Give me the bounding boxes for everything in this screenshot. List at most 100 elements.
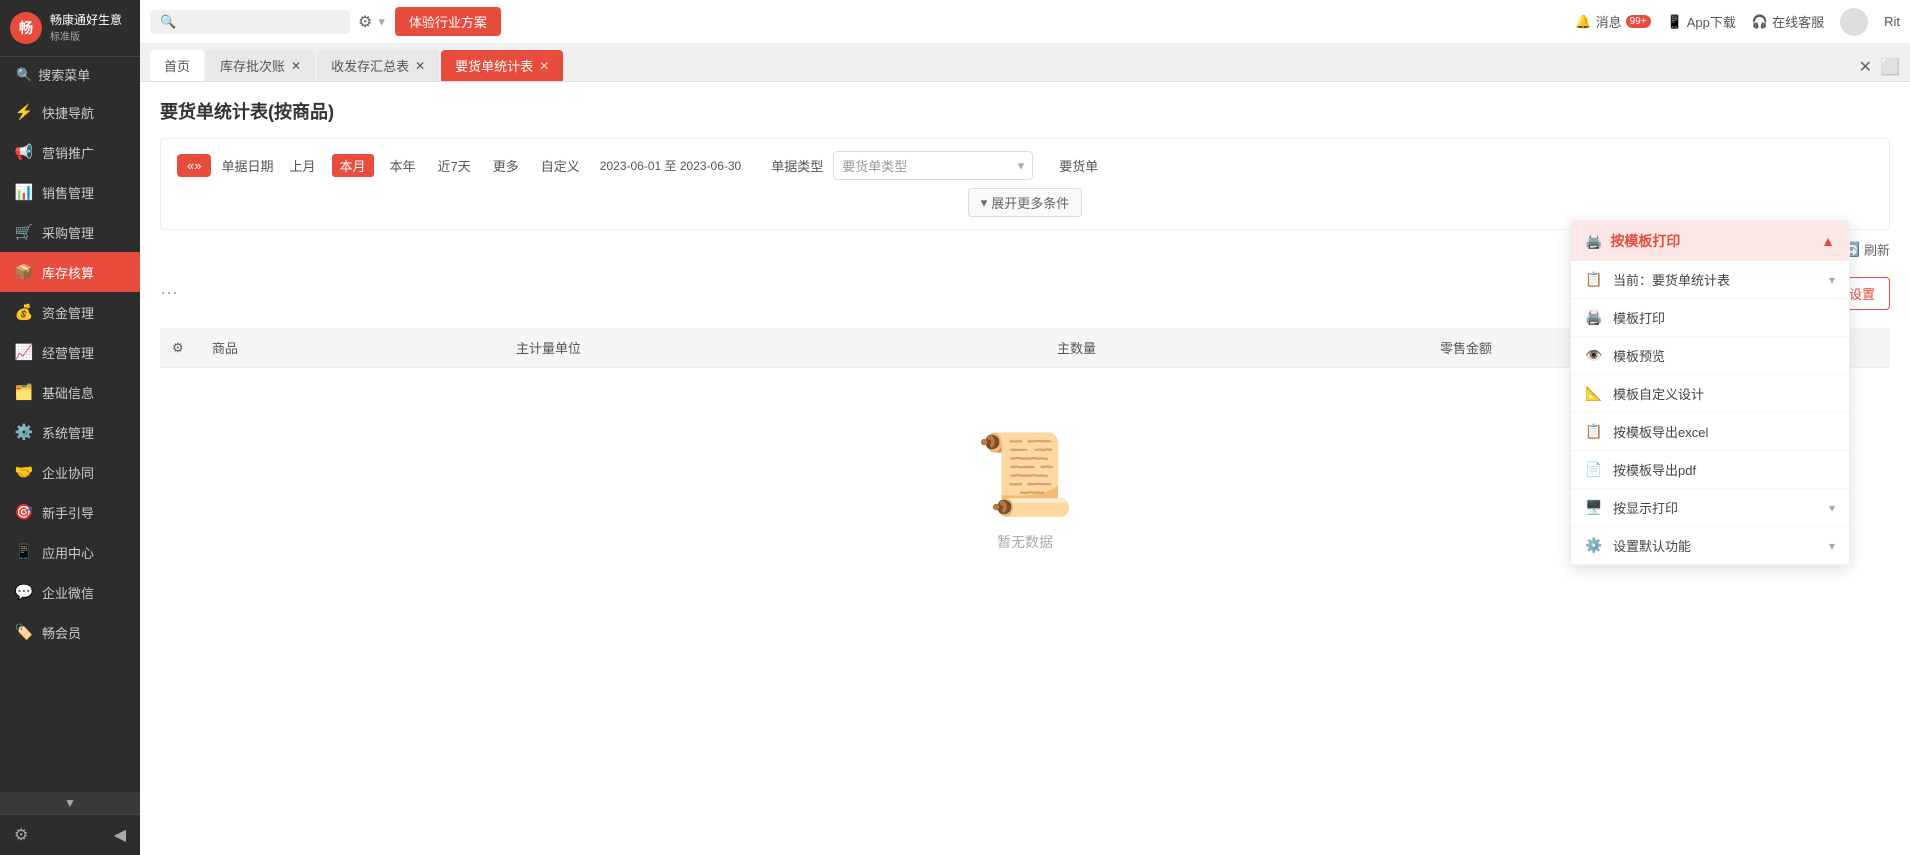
wecom-icon: 💬 xyxy=(14,582,34,602)
enterprise-icon: 🤝 xyxy=(14,462,34,482)
print-dropdown-header[interactable]: 🖨️ 按模板打印 ▲ xyxy=(1571,221,1849,261)
sidebar-scroll-down-btn[interactable]: ▼ xyxy=(0,792,140,814)
sidebar-nav: ⚡ 快捷导航 📢 营销推广 📊 销售管理 🛒 采购管理 📦 库存核算 💰 资金管… xyxy=(0,92,140,792)
template-preview-item[interactable]: 👁️ 模板预览 xyxy=(1571,337,1849,375)
current-template-icon: 📋 xyxy=(1585,271,1603,288)
th-unit: 主计量单位 xyxy=(504,328,1045,368)
sidebar-item-quick-nav[interactable]: ⚡ 快捷导航 xyxy=(0,92,140,132)
member-icon: 🏷️ xyxy=(14,622,34,642)
search-menu-label: 搜索菜单 xyxy=(38,65,90,84)
topbar-dropdown-icon[interactable]: ▾ xyxy=(378,14,385,30)
sidebar-item-guide[interactable]: 🎯 新手引导 xyxy=(0,492,140,532)
display-print-group[interactable]: 🖥️ 按显示打印 ▾ xyxy=(1571,489,1849,527)
template-design-item[interactable]: 📐 模板自定义设计 xyxy=(1571,375,1849,413)
type-select[interactable]: 要货单类型 ▾ xyxy=(833,151,1033,180)
sidebar-item-appstore[interactable]: 📱 应用中心 xyxy=(0,532,140,572)
template-pdf-item[interactable]: 📄 按模板导出pdf xyxy=(1571,451,1849,489)
page-area: 要货单统计表(按商品) «» 单据日期 上月 本月 本年 近7天 更多 自定义 … xyxy=(140,82,1910,855)
date-this-year-btn[interactable]: 本年 xyxy=(384,154,422,177)
template-excel-item[interactable]: 📋 按模板导出excel xyxy=(1571,413,1849,451)
sidebar-item-label: 销售管理 xyxy=(42,183,94,202)
system-icon: ⚙️ xyxy=(14,422,34,442)
brand-name: 畅康通好生意 xyxy=(50,13,122,29)
date-custom-btn[interactable]: 自定义 xyxy=(535,154,586,177)
avatar[interactable] xyxy=(1840,8,1868,36)
industry-solution-button[interactable]: 体验行业方案 xyxy=(395,7,501,36)
template-excel-label: 按模板导出excel xyxy=(1613,422,1708,441)
expand-icon: ▾ xyxy=(981,195,988,211)
date-last-month-btn[interactable]: 上月 xyxy=(283,154,321,177)
sidebar-item-label: 企业协同 xyxy=(42,463,94,482)
topbar-search[interactable]: 🔍 xyxy=(150,10,350,34)
quick-nav-icon: ⚡ xyxy=(14,102,34,122)
type-filter-label: 单据类型 xyxy=(771,156,823,175)
print-dropdown-header-icon: 🖨️ xyxy=(1585,233,1602,250)
sidebar-item-basic[interactable]: 🗂️ 基础信息 xyxy=(0,372,140,412)
sidebar-item-inventory[interactable]: 📦 库存核算 xyxy=(0,252,140,292)
phone-icon: 📱 xyxy=(1667,14,1683,30)
expand-label: 展开更多条件 xyxy=(991,193,1069,212)
date-more-btn[interactable]: 更多 xyxy=(487,154,525,177)
tab-receipt-summary[interactable]: 收发存汇总表 ✕ xyxy=(317,50,439,81)
date-7days-btn[interactable]: 近7天 xyxy=(432,154,477,177)
sidebar-item-system[interactable]: ⚙️ 系统管理 xyxy=(0,412,140,452)
more-options-icon[interactable]: ⋯ xyxy=(160,283,178,304)
maximize-window-button[interactable]: ⬜ xyxy=(1880,57,1900,77)
template-print-item[interactable]: 🖨️ 模板打印 xyxy=(1571,299,1849,337)
template-print-label: 模板打印 xyxy=(1613,308,1665,327)
brand-icon: 畅 xyxy=(10,12,42,44)
search-menu-item[interactable]: 🔍 搜索菜单 xyxy=(0,57,140,92)
notifications-btn[interactable]: 🔔 消息 99+ xyxy=(1575,12,1650,31)
sidebar-item-label: 快捷导航 xyxy=(42,103,94,122)
tab-home[interactable]: 首页 xyxy=(150,50,204,81)
display-print-label: 按显示打印 xyxy=(1613,498,1678,517)
tab-inventory-batch[interactable]: 库存批次账 ✕ xyxy=(206,50,315,81)
app-download-label: App下载 xyxy=(1687,12,1736,31)
sidebar-item-sales[interactable]: 📊 销售管理 xyxy=(0,172,140,212)
display-print-arrow: ▾ xyxy=(1829,501,1835,515)
online-service-btn[interactable]: 🎧 在线客服 xyxy=(1752,12,1824,31)
sidebar-item-wecom[interactable]: 💬 企业微信 xyxy=(0,572,140,612)
sidebar-item-label: 资金管理 xyxy=(42,303,94,322)
print-dropdown-header-left: 🖨️ 按模板打印 xyxy=(1585,231,1680,251)
tab-receipt-summary-close[interactable]: ✕ xyxy=(415,59,425,73)
topbar-search-icon: 🔍 xyxy=(160,14,176,30)
default-func-group[interactable]: ⚙️ 设置默认功能 ▾ xyxy=(1571,527,1849,565)
current-template-group-left: 📋 当前：要货单统计表 xyxy=(1585,270,1730,289)
sidebar-item-label: 库存核算 xyxy=(42,263,94,282)
filter-toggle-button[interactable]: «» xyxy=(177,154,211,177)
print-dropdown: 🖨️ 按模板打印 ▲ 📋 当前：要货单统计表 ▾ 🖨️ 模板打印 👁️ 模板预览 xyxy=(1570,220,1850,566)
tab-order-stats-close[interactable]: ✕ xyxy=(539,59,549,73)
date-this-month-btn[interactable]: 本月 xyxy=(332,154,374,177)
tab-order-stats[interactable]: 要货单统计表 ✕ xyxy=(441,50,563,81)
marketing-icon: 📢 xyxy=(14,142,34,162)
sidebar-item-member[interactable]: 🏷️ 畅会员 xyxy=(0,612,140,652)
current-template-group[interactable]: 📋 当前：要货单统计表 ▾ xyxy=(1571,261,1849,299)
sidebar-item-purchase[interactable]: 🛒 采购管理 xyxy=(0,212,140,252)
close-window-button[interactable]: ✕ xyxy=(1859,57,1872,77)
template-preview-icon: 👁️ xyxy=(1585,347,1603,364)
template-print-icon: 🖨️ xyxy=(1585,309,1603,326)
sidebar-item-finance[interactable]: 💰 资金管理 xyxy=(0,292,140,332)
default-func-label: 设置默认功能 xyxy=(1613,536,1691,555)
purchase-icon: 🛒 xyxy=(14,222,34,242)
sidebar-item-enterprise[interactable]: 🤝 企业协同 xyxy=(0,452,140,492)
template-pdf-label: 按模板导出pdf xyxy=(1613,460,1696,479)
settings-icon[interactable]: ⚙ xyxy=(14,825,28,845)
topbar-search-input[interactable] xyxy=(180,15,340,29)
main-content: 🔍 ⚙ ▾ 体验行业方案 🔔 消息 99+ 📱 App下载 🎧 在线客服 Rit xyxy=(140,0,1910,855)
app-download-btn[interactable]: 📱 App下载 xyxy=(1667,12,1736,31)
operation-icon: 📈 xyxy=(14,342,34,362)
sidebar-item-marketing[interactable]: 📢 营销推广 xyxy=(0,132,140,172)
expand-filter-row: ▾ 展开更多条件 xyxy=(177,188,1873,217)
sidebar-item-label: 企业微信 xyxy=(42,583,94,602)
display-print-group-left: 🖥️ 按显示打印 xyxy=(1585,498,1678,517)
sidebar-item-label: 新手引导 xyxy=(42,503,94,522)
expand-filter-button[interactable]: ▾ 展开更多条件 xyxy=(968,188,1083,217)
headset-icon: 🎧 xyxy=(1752,14,1768,30)
topbar-settings-icon[interactable]: ⚙ xyxy=(358,12,372,32)
collapse-icon[interactable]: ◀ xyxy=(114,825,126,845)
tab-inventory-batch-close[interactable]: ✕ xyxy=(291,59,301,73)
sidebar-item-operation[interactable]: 📈 经营管理 xyxy=(0,332,140,372)
th-settings[interactable]: ⚙ xyxy=(160,328,200,368)
